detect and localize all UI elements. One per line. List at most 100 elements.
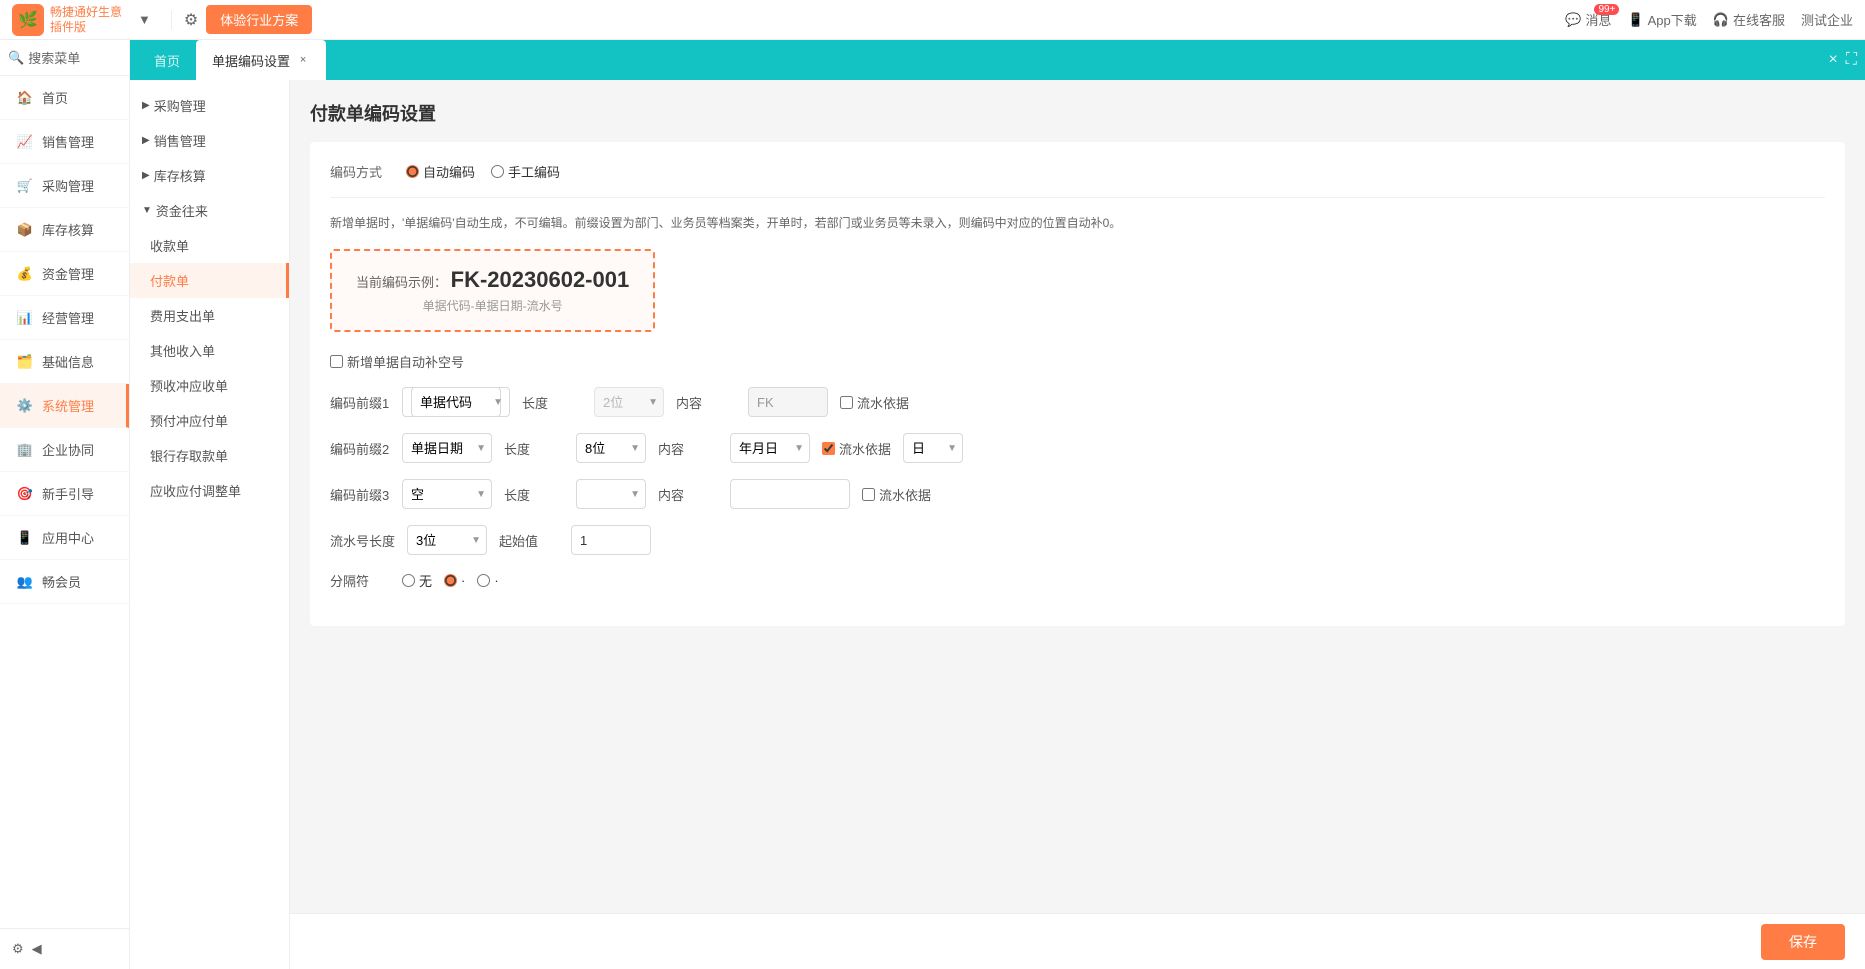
sub-menu-payment[interactable]: 付款单 [130, 263, 289, 298]
message-btn[interactable]: 💬 消息 99+ [1565, 10, 1611, 29]
sep-none-option[interactable]: 无 [402, 571, 432, 590]
sidebar-item-enterprise[interactable]: 🏢 企业协同 [0, 428, 129, 472]
tab-home[interactable]: 首页 [138, 40, 196, 80]
divider [171, 10, 172, 30]
length3-label: 长度 [504, 485, 564, 504]
settings-bottom-icon[interactable]: ⚙ [12, 941, 24, 957]
save-button[interactable]: 保存 [1761, 924, 1845, 960]
sub-menu-expense[interactable]: 费用支出单 [130, 298, 289, 333]
content-main: ▶ 采购管理 ▶ 销售管理 ▶ 库存核算 ▼ 资金往来 收款单 [130, 80, 1865, 969]
serial-length-select-input[interactable]: 3位 4位 5位 6位 [407, 525, 487, 555]
sidebar-item-sales[interactable]: 📈 销售管理 [0, 120, 129, 164]
home-icon: 🏠 [16, 89, 34, 107]
sub-menu-receipt[interactable]: 收款单 [130, 228, 289, 263]
auto-fill-checkbox[interactable] [330, 355, 343, 368]
online-service-btn[interactable]: 🎧 在线客服 [1713, 10, 1785, 29]
prefix1-select-input[interactable]: 单据代码 空 部门 业务员 [411, 387, 501, 417]
sub-sidebar: ▶ 采购管理 ▶ 销售管理 ▶ 库存核算 ▼ 资金往来 收款单 [130, 80, 290, 969]
sub-menu-purchase[interactable]: ▶ 采购管理 [130, 88, 289, 123]
serial2-checkbox[interactable] [822, 442, 835, 455]
prefix2-select-input[interactable]: 单据日期 空 单据代码 部门 业务员 [402, 433, 492, 463]
length1-select[interactable]: 2位 ▼ [594, 387, 664, 417]
auto-fill-checkbox-label[interactable]: 新增单据自动补空号 [330, 352, 1825, 371]
prefix3-select[interactable]: 空 单据代码 单据日期 部门 业务员 ▼ [402, 479, 492, 509]
newbie-icon: 🎯 [16, 485, 34, 503]
serial2-unit-input[interactable]: 日 月 年 [903, 433, 963, 463]
sep-dash-radio[interactable] [444, 574, 457, 587]
page-content: 付款单编码设置 编码方式 自动编码 手工编码 [290, 80, 1865, 913]
sep-dash-option[interactable]: · [444, 573, 465, 588]
prefix2-select[interactable]: 单据日期 空 单据代码 部门 业务员 ▼ [402, 433, 492, 463]
serial1-checkbox[interactable] [840, 396, 853, 409]
logo-text: 畅捷通好生意 插件版 [50, 5, 122, 34]
sidebar-item-finance[interactable]: 💰 资金管理 [0, 252, 129, 296]
length2-select-input[interactable]: 4位 6位 8位 [576, 433, 646, 463]
length3-select-input[interactable] [576, 479, 646, 509]
sidebar-item-purchase[interactable]: 🛒 采购管理 [0, 164, 129, 208]
sidebar-item-newbie[interactable]: 🎯 新手引导 [0, 472, 129, 516]
auto-radio-input[interactable] [406, 165, 419, 178]
sidebar-item-system[interactable]: ⚙️ 系统管理 [0, 384, 129, 428]
sidebar-item-app[interactable]: 📱 应用中心 [0, 516, 129, 560]
content3-input[interactable] [730, 479, 850, 509]
sidebar-item-inventory[interactable]: 📦 库存核算 [0, 208, 129, 252]
sales-icon: 📈 [16, 133, 34, 151]
bottom-bar: 保存 [290, 913, 1865, 969]
inventory-icon: 📦 [16, 221, 34, 239]
main-layout: 🔍 搜索菜单 🏠 首页 📈 销售管理 🛒 采购管理 📦 库存核算 💰 资金管理 … [0, 40, 1865, 969]
sep-dot-option[interactable]: · [477, 573, 498, 588]
length3-select[interactable]: ▼ [576, 479, 646, 509]
separator-row: 分隔符 无 · · [330, 571, 1825, 590]
settings-icon[interactable]: ⚙ [184, 10, 198, 30]
sub-menu-bank[interactable]: 银行存取款单 [130, 438, 289, 473]
sep-none-radio[interactable] [402, 574, 415, 587]
prefix3-label: 编码前缀3 [330, 485, 390, 504]
serial1-checkbox-label[interactable]: 流水依据 [840, 393, 909, 412]
sidebar: 🔍 搜索菜单 🏠 首页 📈 销售管理 🛒 采购管理 📦 库存核算 💰 资金管理 … [0, 40, 130, 969]
sub-menu-prepay-pay[interactable]: 预付冲应付单 [130, 403, 289, 438]
manual-radio-input[interactable] [491, 165, 504, 178]
manual-radio-option[interactable]: 手工编码 [491, 162, 560, 181]
sidebar-item-basic[interactable]: 🗂️ 基础信息 [0, 340, 129, 384]
content2-select[interactable]: 年月日 年月 年 ▼ [730, 433, 810, 463]
enterprise-icon: 🏢 [16, 441, 34, 459]
sidebar-item-member[interactable]: 👥 畅会员 [0, 560, 129, 604]
sidebar-item-home[interactable]: 🏠 首页 [0, 76, 129, 120]
user-name[interactable]: 测试企业 [1801, 10, 1853, 29]
search-menu[interactable]: 🔍 搜索菜单 [0, 40, 129, 76]
collapse-icon[interactable]: ◀ [32, 941, 42, 957]
content2-select-input[interactable]: 年月日 年月 年 [730, 433, 810, 463]
sub-menu-inventory[interactable]: ▶ 库存核算 [130, 158, 289, 193]
length2-select[interactable]: 4位 6位 8位 ▼ [576, 433, 646, 463]
sub-menu-finance[interactable]: ▼ 资金往来 [130, 193, 289, 228]
trial-btn[interactable]: 体验行业方案 [206, 5, 312, 34]
sidebar-item-operations[interactable]: 📊 经营管理 [0, 296, 129, 340]
serial2-unit-select[interactable]: 日 月 年 ▼ [903, 433, 963, 463]
tab-close-icon[interactable]: × [296, 53, 310, 67]
prefix2-row: 编码前缀2 单据日期 空 单据代码 部门 业务员 ▼ [330, 433, 1825, 463]
minimize-icon[interactable]: × [1828, 51, 1837, 69]
sub-menu-sales[interactable]: ▶ 销售管理 [130, 123, 289, 158]
prefix3-select-input[interactable]: 空 单据代码 单据日期 部门 业务员 [402, 479, 492, 509]
content2-label: 内容 [658, 439, 718, 458]
serial-length-select[interactable]: 3位 4位 5位 6位 ▼ [407, 525, 487, 555]
message-badge: 99+ [1594, 4, 1619, 15]
app-download-btn[interactable]: 📱 App下载 [1627, 10, 1696, 29]
serial3-checkbox-label[interactable]: 流水依据 [862, 485, 931, 504]
start-value-input[interactable] [571, 525, 651, 555]
sub-menu-adjust[interactable]: 应收应付调整单 [130, 473, 289, 508]
content1-input[interactable] [748, 387, 828, 417]
sub-menu-prepay-recv[interactable]: 预收冲应收单 [130, 368, 289, 403]
sub-menu-other-income[interactable]: 其他收入单 [130, 333, 289, 368]
dropdown-arrow[interactable]: ▼ [130, 8, 159, 31]
auto-radio-option[interactable]: 自动编码 [406, 162, 475, 181]
tab-encoding[interactable]: 单据编码设置 × [196, 40, 326, 80]
settings-card: 编码方式 自动编码 手工编码 新增单据时，'单据编码'自动生成，不可编 [310, 142, 1845, 626]
length1-select-input[interactable]: 2位 [594, 387, 664, 417]
member-icon: 👥 [16, 573, 34, 591]
sep-dot-radio[interactable] [477, 574, 490, 587]
maximize-icon[interactable]: ⛶ [1846, 51, 1857, 69]
serial3-checkbox[interactable] [862, 488, 875, 501]
serial2-checkbox-label[interactable]: 流水依据 [822, 439, 891, 458]
prefix1-select[interactable]: 单据代码 空 部门 业务员 ▼ [402, 387, 510, 417]
